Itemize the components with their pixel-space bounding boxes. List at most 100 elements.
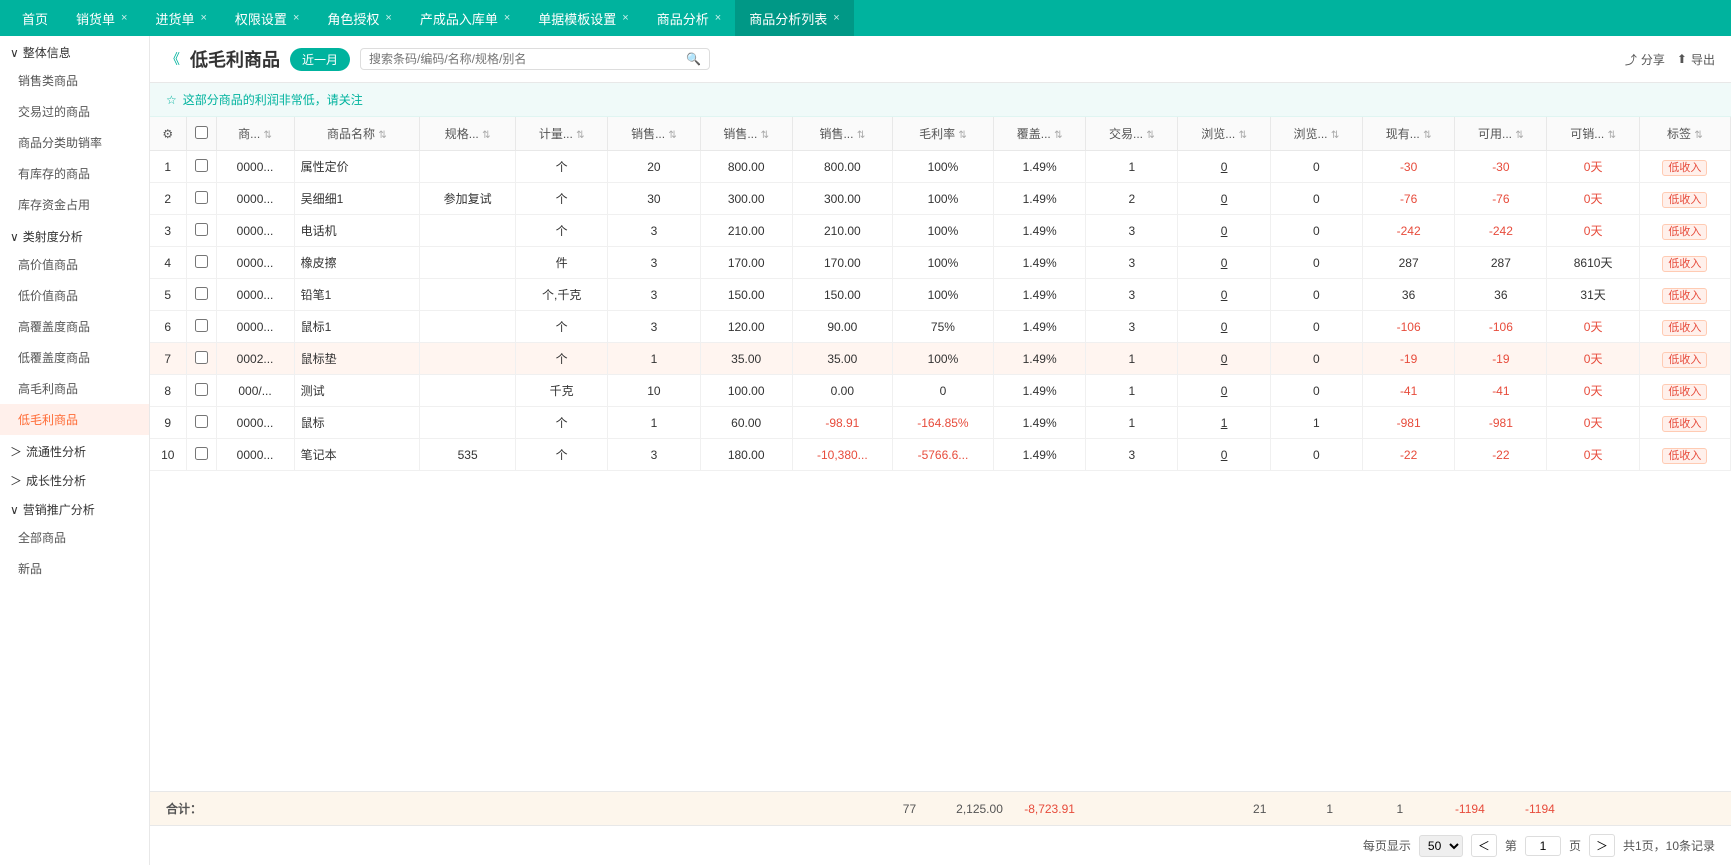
close-icon[interactable]: × (622, 12, 628, 24)
row-browse1[interactable]: 1 (1178, 407, 1270, 439)
sale-count-column-header[interactable]: 销售... ⇅ (608, 117, 700, 151)
sale-profit-column-header[interactable]: 销售... ⇅ (792, 117, 892, 151)
row-sale-amount: 300.00 (700, 183, 792, 215)
sidebar-group-overall[interactable]: ∨ 整体信息 (0, 36, 149, 65)
row-unit: 个 (516, 215, 608, 247)
row-unit: 个 (516, 311, 608, 343)
row-checkbox[interactable] (186, 183, 216, 215)
close-icon[interactable]: × (833, 12, 839, 24)
nav-purchase[interactable]: 进货单 × (141, 0, 220, 36)
sidebar-item-low-coverage[interactable]: 低覆盖度商品 (0, 342, 149, 373)
sidebar-item-low-margin[interactable]: 低毛利商品 (0, 404, 149, 435)
unit-column-header[interactable]: 计量... ⇅ (516, 117, 608, 151)
checkbox-column-header[interactable] (186, 117, 216, 151)
share-button[interactable]: ⤴ 分享 (1625, 51, 1665, 68)
sidebar-group-marketing[interactable]: ∨ 营销推广分析 (0, 493, 149, 522)
row-browse1[interactable]: 0 (1178, 215, 1270, 247)
close-icon[interactable]: × (715, 12, 721, 24)
next-page-button[interactable]: ＞ (1589, 834, 1615, 857)
sidebar-group-growth[interactable]: ＞ 成长性分析 (0, 464, 149, 493)
sidebar-item-category-rate[interactable]: 商品分类助销率 (0, 127, 149, 158)
settings-icon[interactable]: ⚙ (162, 127, 173, 141)
nav-sales[interactable]: 销货单 × (62, 0, 141, 36)
row-checkbox[interactable] (186, 407, 216, 439)
close-icon[interactable]: × (121, 12, 127, 24)
row-checkbox[interactable] (186, 343, 216, 375)
row-transaction: 1 (1086, 375, 1178, 407)
sidebar-item-new-goods[interactable]: 新品 (0, 553, 149, 584)
close-icon[interactable]: × (293, 12, 299, 24)
close-icon[interactable]: × (200, 12, 206, 24)
browse1-column-header[interactable]: 浏览... ⇅ (1178, 117, 1270, 151)
row-spec: 参加复试 (420, 183, 516, 215)
sidebar-item-traded-goods[interactable]: 交易过的商品 (0, 96, 149, 127)
transaction-column-header[interactable]: 交易... ⇅ (1086, 117, 1178, 151)
row-current-stock: -22 (1362, 439, 1454, 471)
row-checkbox[interactable] (186, 247, 216, 279)
code-column-header[interactable]: 商... ⇅ (216, 117, 294, 151)
nav-goods-analysis-list[interactable]: 商品分析列表 × (735, 0, 853, 36)
sidebar-group-liquidity[interactable]: ＞ 流通性分析 (0, 435, 149, 464)
row-checkbox[interactable] (186, 375, 216, 407)
nav-permission[interactable]: 权限设置 × (221, 0, 313, 36)
sidebar-item-low-value[interactable]: 低价值商品 (0, 280, 149, 311)
row-browse1[interactable]: 0 (1178, 311, 1270, 343)
sidebar-item-high-margin[interactable]: 高毛利商品 (0, 373, 149, 404)
row-available-stock: -242 (1455, 215, 1547, 247)
name-column-header[interactable]: 商品名称 ⇅ (294, 117, 420, 151)
row-browse1[interactable]: 0 (1178, 375, 1270, 407)
export-button[interactable]: ⬆ 导出 (1677, 51, 1715, 68)
page-number-input[interactable] (1525, 836, 1561, 856)
nav-template[interactable]: 单据模板设置 × (524, 0, 642, 36)
spec-column-header[interactable]: 规格... ⇅ (420, 117, 516, 151)
tag-column-header[interactable]: 标签 ⇅ (1639, 117, 1730, 151)
available-stock-column-header[interactable]: 可用... ⇅ (1455, 117, 1547, 151)
search-input[interactable] (369, 52, 680, 66)
prev-page-button[interactable]: ＜ (1471, 834, 1497, 857)
sale-amount-column-header[interactable]: 销售... ⇅ (700, 117, 792, 151)
close-icon[interactable]: × (504, 12, 510, 24)
select-all-checkbox[interactable] (195, 126, 208, 139)
footer-browse2: 1 (1365, 802, 1435, 816)
nav-home[interactable]: 首页 (8, 0, 62, 36)
close-icon[interactable]: × (385, 12, 391, 24)
salable-stock-column-header[interactable]: 可销... ⇅ (1547, 117, 1639, 151)
filter-recent-month-button[interactable]: 近一月 (290, 48, 350, 71)
sidebar-group-coverage[interactable]: ∨ 类射度分析 (0, 220, 149, 249)
row-checkbox[interactable] (186, 279, 216, 311)
row-checkbox[interactable] (186, 439, 216, 471)
row-browse1[interactable]: 0 (1178, 343, 1270, 375)
sidebar-item-all-goods[interactable]: 全部商品 (0, 522, 149, 553)
coverage-column-header[interactable]: 覆盖... ⇅ (993, 117, 1085, 151)
row-gross-margin: 100% (892, 215, 993, 247)
sidebar-item-in-stock[interactable]: 有库存的商品 (0, 158, 149, 189)
nav-role[interactable]: 角色授权 × (313, 0, 405, 36)
browse2-column-header[interactable]: 浏览... ⇅ (1270, 117, 1362, 151)
sidebar-item-sales-goods[interactable]: 销售类商品 (0, 65, 149, 96)
table-row: 1 0000... 属性定价 个 20 800.00 800.00 100% 1… (150, 151, 1731, 183)
gross-margin-column-header[interactable]: 毛利率 ⇅ (892, 117, 993, 151)
sidebar-item-high-coverage[interactable]: 高覆盖度商品 (0, 311, 149, 342)
sidebar-item-stock-capital[interactable]: 库存资金占用 (0, 189, 149, 220)
row-tag: 低收入 (1639, 215, 1730, 247)
row-no: 3 (150, 215, 186, 247)
row-unit: 个 (516, 183, 608, 215)
row-checkbox[interactable] (186, 215, 216, 247)
row-browse1[interactable]: 0 (1178, 279, 1270, 311)
page-size-select[interactable]: 50 (1419, 835, 1463, 857)
nav-goods-analysis[interactable]: 商品分析 × (643, 0, 735, 36)
row-browse1[interactable]: 0 (1178, 183, 1270, 215)
row-browse1[interactable]: 0 (1178, 151, 1270, 183)
row-code: 0000... (216, 215, 294, 247)
row-browse1[interactable]: 0 (1178, 439, 1270, 471)
settings-column-header[interactable]: ⚙ (150, 117, 186, 151)
search-icon[interactable]: 🔍 (686, 52, 701, 66)
sidebar-item-high-value[interactable]: 高价值商品 (0, 249, 149, 280)
sidebar-collapse-button[interactable]: 《 (166, 49, 180, 69)
row-browse1[interactable]: 0 (1178, 247, 1270, 279)
current-stock-column-header[interactable]: 现有... ⇅ (1362, 117, 1454, 151)
row-checkbox[interactable] (186, 311, 216, 343)
nav-finished-goods[interactable]: 产成品入库单 × (406, 0, 524, 36)
row-checkbox[interactable] (186, 151, 216, 183)
row-code: 0000... (216, 151, 294, 183)
